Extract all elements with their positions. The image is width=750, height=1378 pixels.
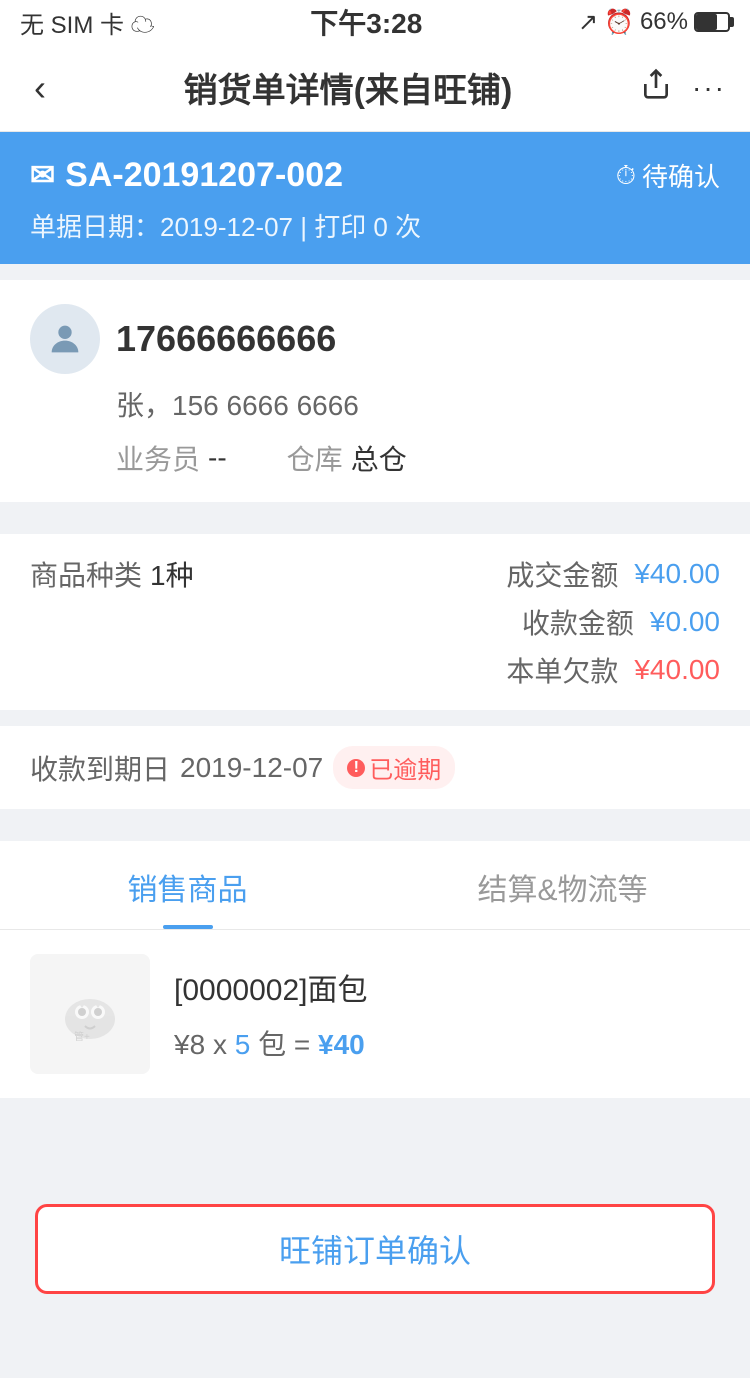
owed-value: ¥40.00	[634, 654, 720, 686]
svg-text:管+: 管+	[74, 1030, 90, 1043]
customer-section: 17666666666 张，156 6666 6666 业务员 -- 仓库 总仓	[0, 280, 750, 502]
overdue-icon: !	[347, 759, 365, 777]
avatar	[30, 304, 100, 374]
unit-label: 包	[258, 1029, 286, 1060]
confirm-order-button[interactable]: 旺铺订单确认	[35, 1204, 715, 1294]
share-icon[interactable]	[640, 68, 672, 108]
battery-label: 66%	[640, 8, 688, 36]
product-price: ¥8 x 5 包 = ¥40	[174, 1023, 720, 1063]
tabs-section: 销售商品 结算&物流等 管+ [0000002]面包	[0, 841, 750, 1098]
customer-phone: 17666666666	[116, 318, 336, 360]
due-label: 收款到期日	[30, 748, 170, 788]
price-value: ¥8	[174, 1029, 205, 1060]
nav-bar: ‹ 销货单详情(来自旺铺) ···	[0, 44, 750, 132]
status-bar: 无 SIM 卡 ☁ 下午3:28 ↗ ⏰ 66%	[0, 0, 750, 44]
nav-actions: ···	[640, 68, 726, 108]
product-info: [0000002]面包 ¥8 x 5 包 = ¥40	[174, 965, 720, 1063]
location-icon: ↗	[578, 8, 598, 37]
order-status: ⏱ 待确认	[616, 157, 720, 194]
multiply-sign: x	[213, 1029, 235, 1060]
order-number: ✉ SA-20191207-002	[30, 156, 343, 195]
due-date-section: 收款到期日 2019-12-07 ! 已逾期	[0, 726, 750, 809]
amounts-section: 商品种类 1种 成交金额 ¥40.00 收款金额 ¥0.00 本单欠款 ¥40.…	[0, 534, 750, 710]
battery-icon	[694, 12, 730, 32]
tab-sales-product[interactable]: 销售商品	[0, 841, 375, 929]
quantity: 5	[235, 1029, 251, 1060]
order-icon: ✉	[30, 158, 55, 193]
owed-label: 本单欠款	[506, 650, 618, 690]
warehouse-value: 总仓	[351, 438, 407, 478]
overdue-text: 已逾期	[369, 750, 441, 785]
alarm-icon: ⏰	[604, 8, 634, 37]
product-type: 商品种类 1种	[30, 554, 194, 594]
status-time: 下午3:28	[310, 2, 422, 42]
product-item: 管+ [0000002]面包 ¥8 x 5 包 = ¥40	[0, 930, 750, 1098]
tabs-row: 销售商品 结算&物流等	[0, 841, 750, 930]
overdue-badge: ! 已逾期	[333, 746, 455, 789]
sim-label: 无 SIM 卡 ☁	[20, 5, 155, 40]
customer-meta: 业务员 -- 仓库 总仓	[116, 438, 720, 478]
tab-settlement[interactable]: 结算&物流等	[375, 841, 750, 929]
salesperson-label: 业务员	[116, 438, 200, 478]
warehouse-label: 仓库	[287, 438, 343, 478]
equals-sign: =	[294, 1029, 318, 1060]
transaction-value: ¥40.00	[634, 558, 720, 590]
back-button[interactable]: ‹	[24, 57, 56, 119]
transaction-label: 成交金额	[506, 554, 618, 594]
status-left: 无 SIM 卡 ☁	[20, 5, 155, 40]
product-thumbnail: 管+	[30, 954, 150, 1074]
due-date: 2019-12-07	[180, 752, 323, 784]
received-label: 收款金额	[522, 602, 634, 642]
product-name: [0000002]面包	[174, 965, 720, 1009]
customer-name: 张，156 6666 6666	[116, 384, 720, 424]
confirm-button-wrap: 旺铺订单确认	[35, 1204, 715, 1294]
total-price: ¥40	[318, 1029, 365, 1060]
received-value: ¥0.00	[650, 606, 720, 638]
order-header: ✉ SA-20191207-002 ⏱ 待确认 单据日期：2019-12-07 …	[0, 132, 750, 264]
more-icon[interactable]: ···	[692, 72, 726, 104]
clock-icon: ⏱	[616, 160, 636, 192]
order-date: 单据日期：2019-12-07 | 打印 0 次	[30, 207, 720, 244]
amounts-right: 成交金额 ¥40.00 收款金额 ¥0.00 本单欠款 ¥40.00	[506, 554, 720, 690]
salesperson-value: --	[208, 442, 227, 474]
page-title: 销货单详情(来自旺铺)	[184, 63, 513, 112]
status-right: ↗ ⏰ 66%	[578, 8, 730, 37]
